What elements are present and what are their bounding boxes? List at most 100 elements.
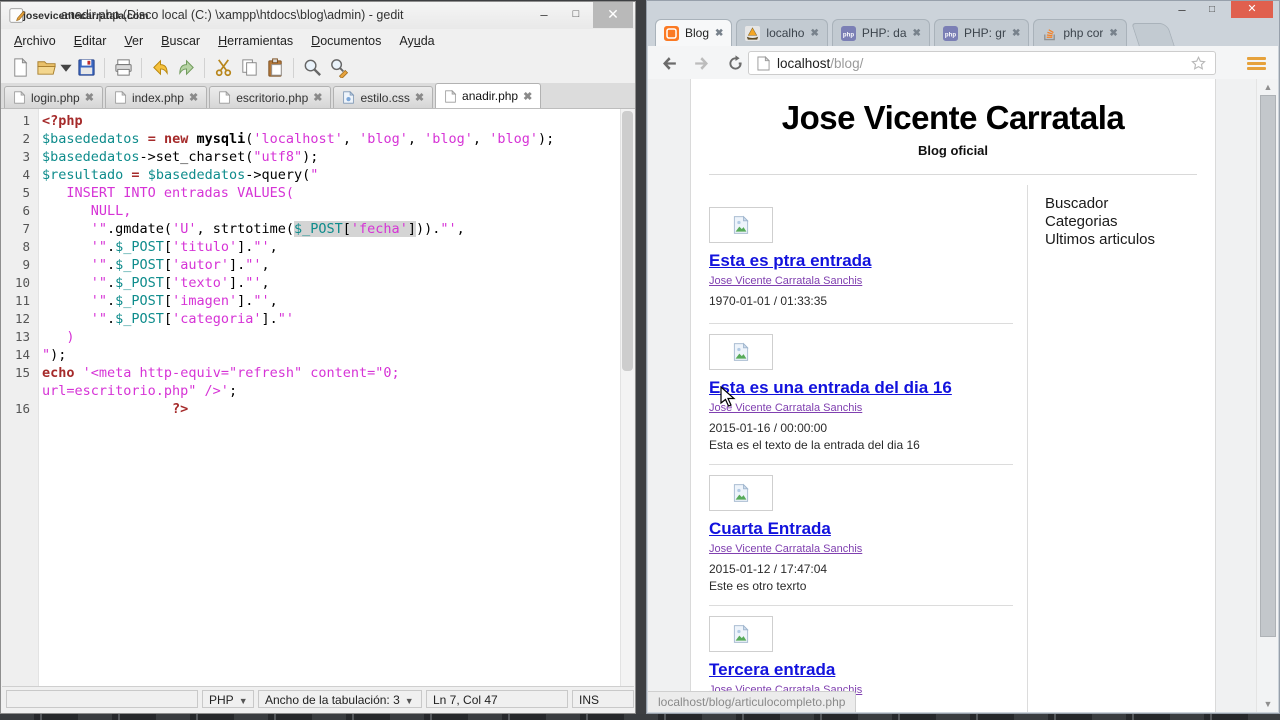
menu-ayuda[interactable]: Ayuda [390, 32, 443, 50]
new-document-icon [13, 57, 27, 77]
menu-archivo[interactable]: Archivo [5, 32, 65, 50]
gedit-titlebar[interactable]: josevicentecarratala.com anadir.php (Dis… [1, 2, 635, 29]
reload-button[interactable] [722, 50, 748, 76]
sidebar-item-buscador[interactable]: Buscador [1045, 195, 1155, 213]
browser-viewport: Jose Vicente Carratala Blog oficial Esta… [648, 79, 1278, 712]
paste-button[interactable] [262, 55, 288, 81]
sidebar-item-ultimos-articulos[interactable]: Ultimos articulos [1045, 231, 1155, 249]
find-button[interactable] [299, 55, 325, 81]
browser-tab-blog[interactable]: Blog ✖ [655, 19, 733, 46]
tab-close-icon[interactable]: ✖ [1012, 28, 1020, 39]
address-bar[interactable]: localhost/blog/ [748, 51, 1216, 75]
open-dropdown-button[interactable] [59, 55, 73, 81]
gedit-minimize-button[interactable]: – [529, 2, 559, 28]
browser-tab-php-cor[interactable]: php cor ✖ [1033, 19, 1127, 46]
gedit-close-button[interactable]: ✕ [593, 2, 633, 28]
editor-tab-estilo.css[interactable]: estilo.css ✖ [333, 86, 434, 108]
tab-label: index.php [131, 90, 184, 105]
entry-excerpt: Este es otro texrto [709, 579, 807, 593]
menu-documentos[interactable]: Documentos [302, 32, 390, 50]
sidebar-item-categorias[interactable]: Categorias [1045, 213, 1155, 231]
code-line: 1 <?php [2, 112, 620, 130]
scroll-down-arrow-icon[interactable]: ▼ [1257, 697, 1278, 711]
tab-close-icon[interactable]: ✖ [523, 90, 532, 103]
browser-minimize-button[interactable]: – [1169, 3, 1195, 19]
page-scrollbar[interactable]: ▲ ▼ [1256, 79, 1278, 712]
code-area[interactable]: 1 <?php 2 $basededatos = new mysqli('localh… [2, 112, 620, 418]
browser-close-button[interactable]: ✕ [1231, 1, 1273, 18]
php-favicon: php [840, 25, 856, 41]
line-number: 9 [22, 257, 30, 272]
tab-close-icon[interactable]: ✖ [1109, 28, 1117, 39]
php-favicon: php [942, 25, 958, 41]
editor-scrollbar[interactable] [620, 109, 634, 686]
gedit-maximize-button[interactable]: □ [561, 2, 591, 28]
browser-maximize-button[interactable]: □ [1199, 3, 1225, 19]
entry-image-placeholder [709, 334, 773, 370]
blog-entry: Cuarta Entrada Jose Vicente Carratala San… [709, 465, 1013, 606]
gedit-toolbar [1, 52, 635, 83]
menu-buscar[interactable]: Buscar [152, 32, 209, 50]
editor-tab-escritorio.php[interactable]: escritorio.php ✖ [209, 86, 332, 108]
entry-title-link[interactable]: Cuarta Entrada [709, 519, 1013, 539]
cut-icon [215, 59, 231, 77]
page-icon [757, 55, 770, 70]
back-button[interactable] [656, 50, 682, 76]
page-scrollbar-thumb[interactable] [1260, 95, 1276, 637]
tab-label: PHP: gr [963, 26, 1006, 40]
editor-scrollbar-thumb[interactable] [622, 111, 633, 371]
copy-button[interactable] [236, 55, 262, 81]
cursor-position: Ln 7, Col 47 [426, 690, 568, 708]
entry-title-link[interactable]: Esta es una entrada del dia 16 [709, 378, 1013, 398]
cut-button[interactable] [210, 55, 236, 81]
tab-label: escritorio.php [236, 90, 309, 105]
svg-text:php: php [945, 31, 956, 38]
xampp-favicon [664, 25, 679, 41]
tab-close-icon[interactable]: ✖ [715, 28, 723, 39]
dropdown-arrow-icon: ▼ [238, 696, 248, 706]
forward-button[interactable] [688, 50, 714, 76]
redo-button[interactable] [173, 55, 199, 81]
windows-taskbar[interactable] [0, 714, 1280, 720]
bookmark-star-icon[interactable] [1190, 55, 1207, 72]
editor-tab-index.php[interactable]: index.php ✖ [104, 86, 208, 108]
tab-close-icon[interactable]: ✖ [313, 91, 322, 104]
print-button[interactable] [110, 55, 136, 81]
open-button[interactable] [33, 55, 59, 81]
gedit-editor[interactable]: 1 <?php 2 $basededatos = new mysqli('localh… [2, 109, 634, 686]
find-replace-button[interactable] [325, 55, 351, 81]
link-target-status: localhost/blog/articulocompleto.php [648, 691, 857, 712]
statusbar-message-area [6, 690, 198, 708]
language-selector[interactable]: PHP ▼ [202, 690, 254, 708]
blog-sidebar: Buscador Categorias Ultimos articulos [1045, 185, 1155, 712]
editor-tab-login.php[interactable]: login.php ✖ [4, 86, 103, 108]
code-line: 16 ?> [2, 400, 620, 418]
entry-author-link[interactable]: Jose Vicente Carratala Sanchis [709, 543, 1013, 555]
tab-close-icon[interactable]: ✖ [85, 91, 94, 104]
tab-close-icon[interactable]: ✖ [810, 28, 818, 39]
browser-tab-php-gr[interactable]: php PHP: gr ✖ [933, 19, 1030, 46]
entry-author-link[interactable]: Jose Vicente Carratala Sanchis [709, 275, 1013, 287]
tab-close-icon[interactable]: ✖ [415, 91, 424, 104]
tab-close-icon[interactable]: ✖ [189, 91, 198, 104]
menu-herramientas[interactable]: Herramientas [209, 32, 302, 50]
entry-author-link[interactable]: Jose Vicente Carratala Sanchis [709, 402, 1013, 414]
browser-tab-php-da[interactable]: php PHP: da ✖ [831, 19, 930, 46]
entry-title-link[interactable]: Esta es ptra entrada [709, 251, 1013, 271]
browser-tab-localho[interactable]: localho ✖ [736, 19, 828, 46]
menu-ver[interactable]: Ver [115, 32, 152, 50]
editor-tab-anadir.php[interactable]: anadir.php ✖ [435, 83, 542, 108]
find-replace-icon [330, 59, 348, 78]
undo-button[interactable] [147, 55, 173, 81]
broken-image-icon [733, 624, 749, 643]
new-tab-button[interactable] [1131, 23, 1175, 46]
entry-title-link[interactable]: Tercera entrada [709, 660, 1013, 680]
new-document-button[interactable] [7, 55, 33, 81]
tab-width-selector[interactable]: Ancho de la tabulación: 3 ▼ [258, 690, 422, 708]
broken-image-icon [733, 342, 749, 361]
tab-close-icon[interactable]: ✖ [913, 28, 921, 39]
scroll-up-arrow-icon[interactable]: ▲ [1257, 80, 1278, 94]
browser-menu-button[interactable] [1242, 53, 1270, 73]
menu-editar[interactable]: Editar [65, 32, 116, 50]
save-button[interactable] [73, 55, 99, 81]
